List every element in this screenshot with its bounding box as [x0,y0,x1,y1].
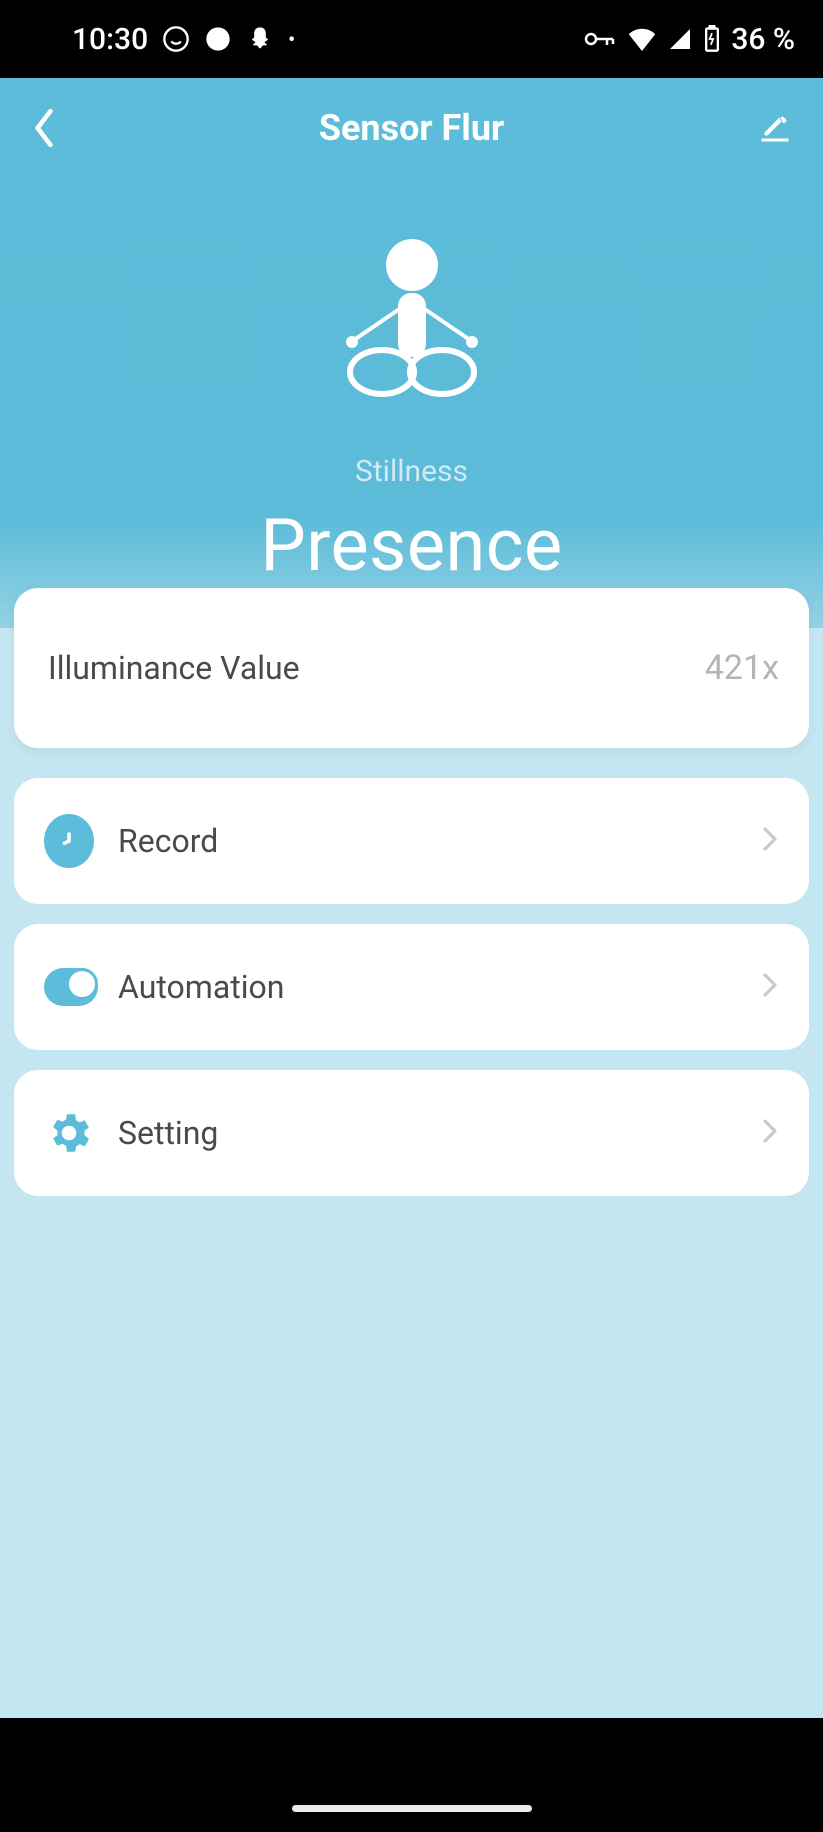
hero-section: Stillness Presence [0,178,823,628]
stillness-label: Stillness [0,454,823,489]
chevron-left-icon [30,106,58,150]
snapchat-icon [246,25,274,53]
chat-icon [204,25,232,53]
vpn-key-icon [583,29,617,49]
record-row[interactable]: Record [14,778,809,904]
content-area: Illuminance Value 421x Record Automation [0,628,823,1718]
clock-icon [44,816,94,866]
chevron-right-icon [761,1116,779,1150]
nav-handle[interactable] [292,1805,532,1812]
presence-icon [0,230,823,410]
automation-label: Automation [118,968,761,1006]
status-bar: 10:30 • 36 % [0,0,823,78]
illuminance-value: 421x [705,648,779,688]
automation-row[interactable]: Automation [14,924,809,1050]
nav-bar [0,1784,823,1832]
gear-icon [44,1108,94,1158]
setting-row[interactable]: Setting [14,1070,809,1196]
battery-percent: 36 % [731,22,795,57]
battery-icon [703,25,721,53]
signal-icon [667,27,693,51]
pencil-icon [757,110,793,146]
status-right: 36 % [583,22,795,57]
dot-icon: • [288,27,295,51]
edit-button[interactable] [745,98,805,158]
presence-label: Presence [0,503,823,588]
toggle-icon [44,962,94,1012]
back-button[interactable] [14,98,74,158]
chevron-right-icon [761,970,779,1004]
app-header: Sensor Flur [0,78,823,178]
illuminance-card: Illuminance Value 421x [14,588,809,748]
status-time: 10:30 [72,22,148,57]
chevron-right-icon [761,824,779,858]
page-title: Sensor Flur [319,107,504,149]
header-area: Sensor Flur Stillness Presence [0,78,823,628]
setting-label: Setting [118,1114,761,1152]
illuminance-label: Illuminance Value [44,649,300,687]
whatsapp-icon [162,25,190,53]
wifi-icon [627,27,657,51]
record-label: Record [118,822,761,860]
status-left: 10:30 • [72,22,295,57]
